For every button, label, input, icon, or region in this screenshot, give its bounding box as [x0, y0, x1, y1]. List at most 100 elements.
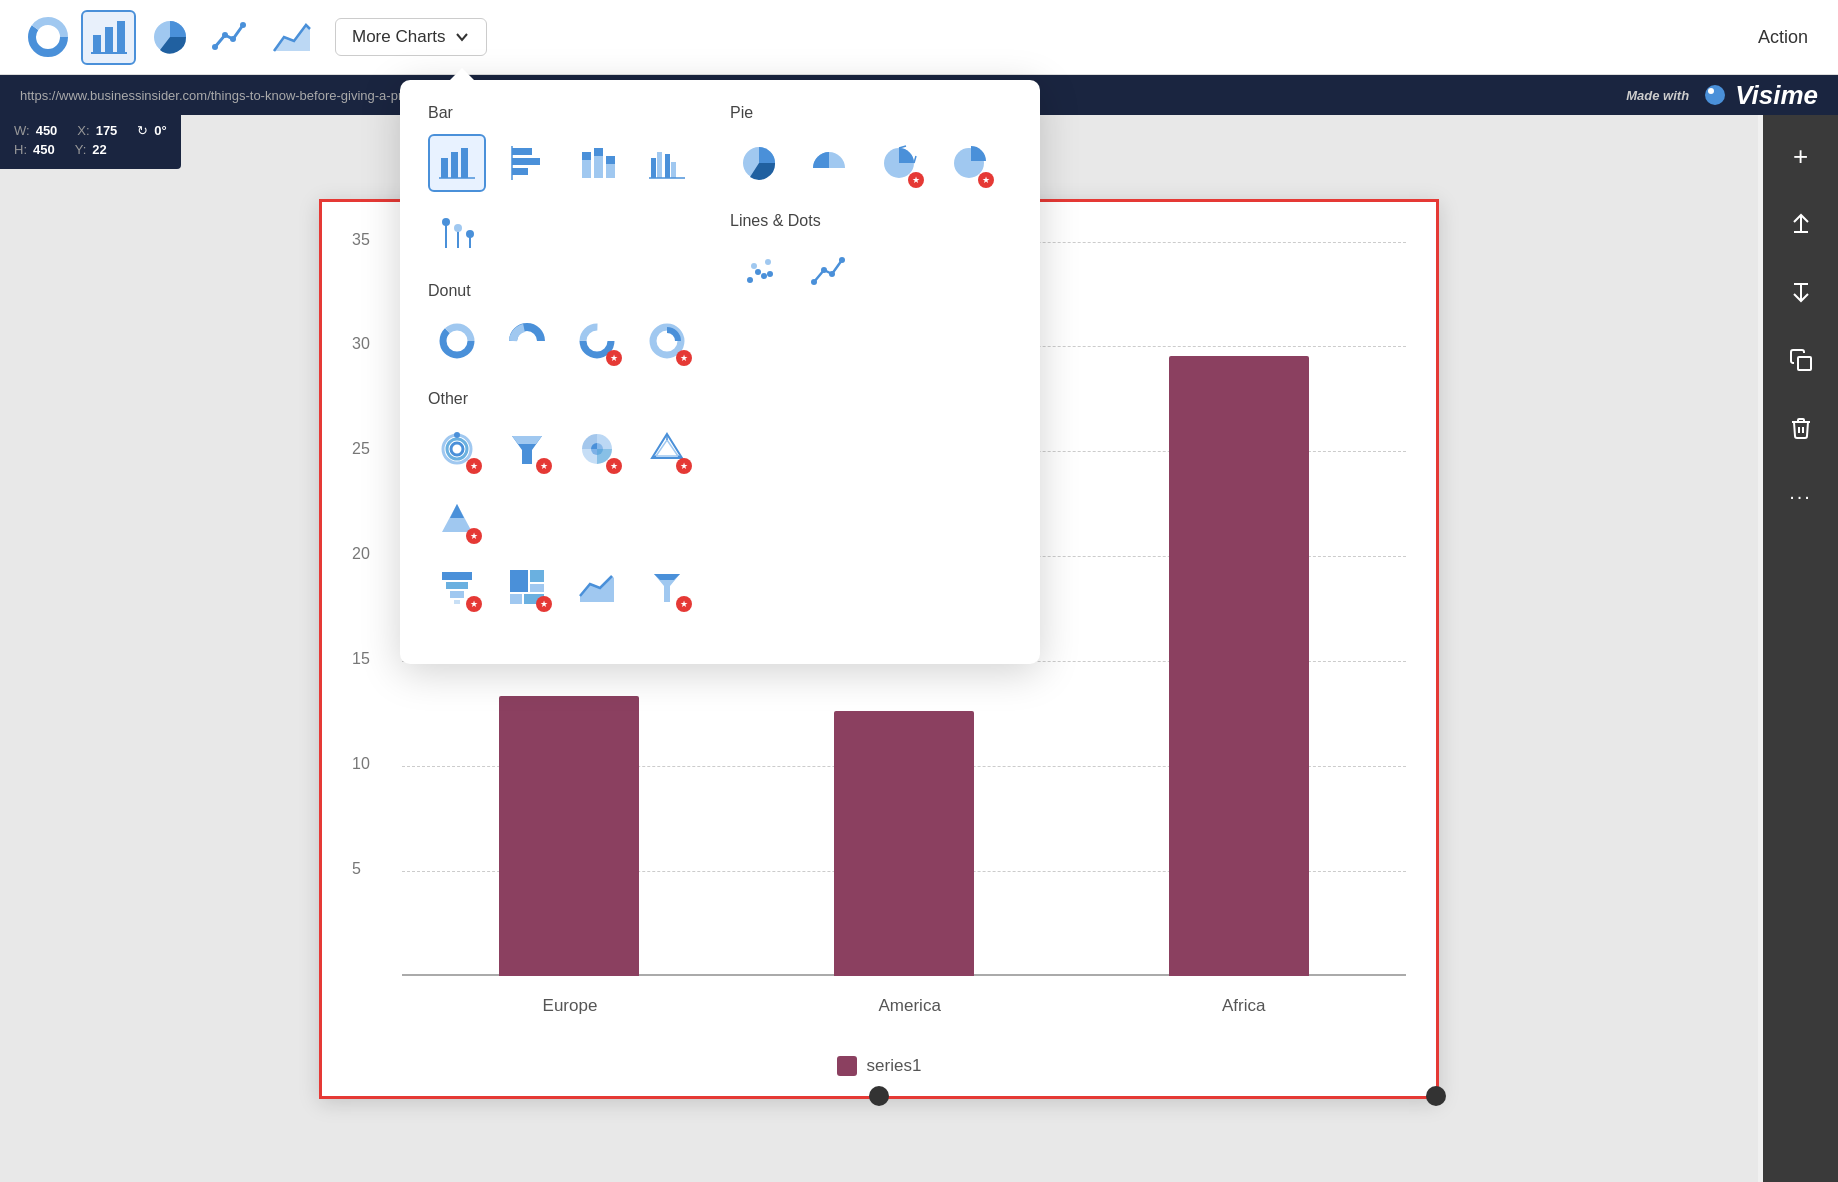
more-charts-label: More Charts [352, 27, 446, 47]
bar-vertical-icon[interactable] [428, 134, 486, 192]
bar-america [834, 711, 974, 976]
pie-half-icon[interactable] [800, 134, 858, 192]
x-label-europe: Europe [543, 996, 598, 1016]
svg-point-49 [454, 432, 460, 438]
svg-rect-67 [510, 594, 522, 604]
donut-section-title: Donut [428, 282, 710, 300]
pro-badge: ★ [466, 528, 482, 544]
bar-section-title: Bar [428, 104, 710, 122]
svg-point-80 [811, 279, 817, 285]
svg-rect-31 [671, 162, 676, 178]
svg-marker-59 [450, 504, 464, 518]
resize-handle-bottom[interactable] [869, 1086, 889, 1106]
rotation-icon: ↻ [137, 123, 148, 138]
svg-point-9 [222, 32, 228, 38]
add-button[interactable]: + [1776, 131, 1826, 181]
svg-point-81 [821, 267, 827, 273]
triangle-icon[interactable]: ★ [428, 490, 486, 548]
bar-lollipop-icon[interactable] [428, 204, 486, 262]
resize-handle-corner[interactable] [1426, 1086, 1446, 1106]
svg-rect-16 [461, 148, 468, 178]
svg-rect-30 [665, 154, 670, 178]
move-up-button[interactable] [1776, 199, 1826, 249]
legend-label: series1 [867, 1056, 922, 1076]
svg-rect-22 [582, 160, 591, 178]
donut-pro2-icon[interactable]: ★ [638, 312, 696, 370]
donut-basic-icon[interactable] [428, 312, 486, 370]
visime-logo: Made with Visime [1626, 80, 1818, 111]
svg-rect-88 [1798, 357, 1811, 370]
network-icon[interactable]: ★ [638, 420, 696, 478]
scatter-icon[interactable] [730, 242, 788, 300]
pie-pro1-icon[interactable]: ★ [870, 134, 928, 192]
other-section-title: Other [428, 390, 710, 408]
svg-rect-5 [117, 21, 125, 53]
h-label: H: [14, 142, 27, 157]
svg-point-38 [466, 230, 474, 238]
treemap-icon[interactable]: ★ [498, 558, 556, 616]
dimensions-panel: W: 450 X: 175 ↻ 0° H: 450 Y: 22 [0, 115, 181, 169]
donut-half-icon[interactable] [498, 312, 556, 370]
donut-pro1-icon[interactable]: ★ [568, 312, 626, 370]
other-section: Other ★ [428, 390, 710, 616]
svg-rect-66 [530, 584, 544, 592]
svg-rect-19 [512, 158, 540, 165]
bar-stacked-icon[interactable] [568, 134, 626, 192]
pro-badge: ★ [676, 596, 692, 612]
action-text: Action [1758, 27, 1808, 48]
svg-point-13 [1708, 88, 1714, 94]
bar-horizontal-icon[interactable] [498, 134, 556, 192]
svg-point-11 [240, 22, 246, 28]
pro-badge: ★ [908, 172, 924, 188]
chart-type-area[interactable] [264, 10, 319, 65]
svg-rect-61 [446, 582, 468, 589]
svg-rect-4 [105, 27, 113, 53]
svg-rect-25 [594, 148, 603, 156]
copy-button[interactable] [1776, 335, 1826, 385]
radial-icon[interactable]: ★ [428, 420, 486, 478]
donut-section: Donut [428, 282, 710, 370]
svg-point-41 [450, 334, 464, 348]
svg-point-8 [212, 44, 218, 50]
chart-type-line[interactable] [203, 10, 258, 65]
dropdown-arrow [450, 68, 474, 80]
w-label: W: [14, 123, 30, 138]
w-value: 450 [36, 123, 58, 138]
bar-europe [499, 696, 639, 976]
pro-badge: ★ [536, 596, 552, 612]
pro-badge: ★ [606, 458, 622, 474]
sunburst-icon[interactable]: ★ [568, 420, 626, 478]
move-down-button[interactable] [1776, 267, 1826, 317]
chart-type-pie[interactable] [142, 10, 197, 65]
pie-basic-icon[interactable] [730, 134, 788, 192]
chart-type-bar[interactable] [81, 10, 136, 65]
funnel2-icon[interactable]: ★ [638, 558, 696, 616]
more-options-button[interactable]: ··· [1776, 471, 1826, 521]
svg-point-83 [839, 257, 845, 263]
pie-pro2-icon[interactable]: ★ [940, 134, 998, 192]
bar-grouped-icon[interactable] [638, 134, 696, 192]
pro-badge: ★ [978, 172, 994, 188]
y-value: 22 [92, 142, 106, 157]
svg-point-10 [230, 36, 236, 42]
h-value: 450 [33, 142, 55, 157]
svg-point-74 [747, 277, 753, 283]
svg-rect-27 [606, 156, 615, 164]
bar-africa [1169, 356, 1309, 976]
area-icon[interactable] [568, 558, 626, 616]
svg-marker-51 [512, 436, 542, 444]
svg-rect-24 [594, 156, 603, 178]
line-basic-icon[interactable] [800, 242, 858, 300]
pie-section-title: Pie [730, 104, 1012, 122]
svg-rect-63 [454, 600, 460, 604]
svg-point-12 [1705, 85, 1725, 105]
bar-section: Bar [428, 104, 710, 262]
x-label: X: [77, 123, 89, 138]
more-charts-button[interactable]: More Charts [335, 18, 487, 56]
funnel-icon[interactable]: ★ [498, 420, 556, 478]
svg-point-76 [761, 273, 767, 279]
rotation-value: 0° [154, 123, 166, 138]
chart-type-donut[interactable] [20, 10, 75, 65]
pyramid-icon[interactable]: ★ [428, 558, 486, 616]
delete-button[interactable] [1776, 403, 1826, 453]
